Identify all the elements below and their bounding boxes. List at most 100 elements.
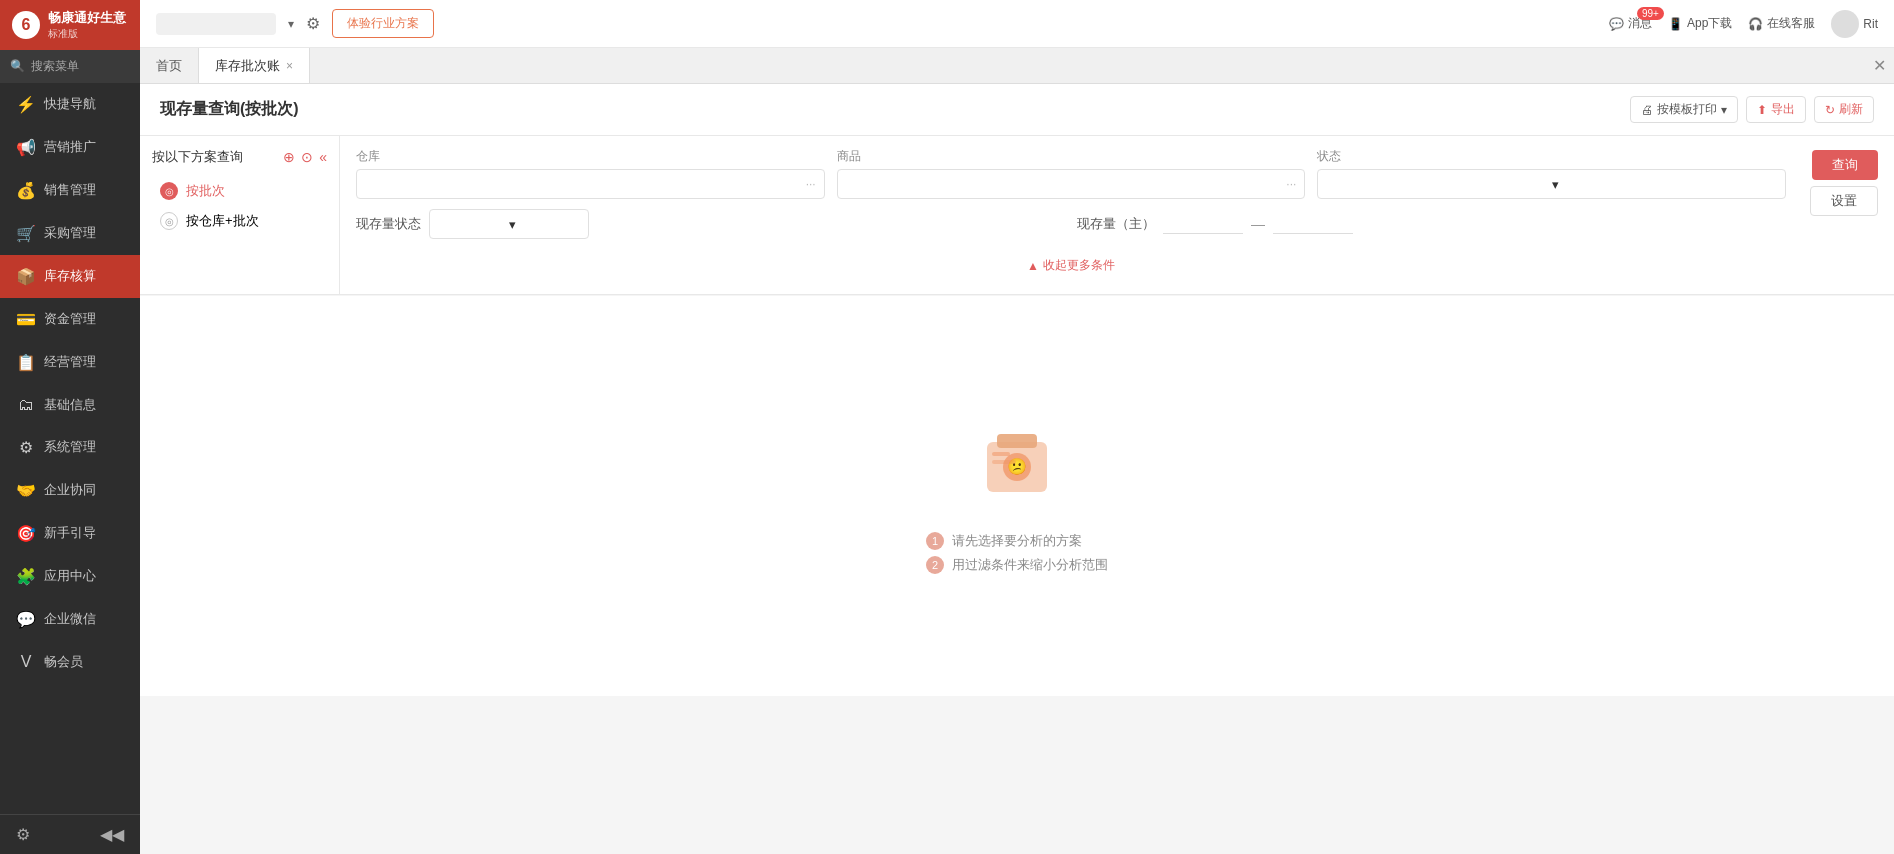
warehouse-input[interactable]	[365, 177, 806, 192]
collapse-label: 收起更多条件	[1043, 257, 1115, 274]
goods-dots-icon[interactable]: ···	[1286, 177, 1296, 191]
query-btn[interactable]: 查询	[1812, 150, 1878, 180]
page-header: 现存量查询(按批次) 🖨 按模板打印 ▾ ⬆ 导出 ↻ 刷新	[140, 84, 1894, 136]
tab-inventory-batch[interactable]: 库存批次账 ×	[199, 48, 310, 83]
sidebar-item-label: 营销推广	[44, 138, 96, 156]
filter-scheme-panel: 按以下方案查询 ⊕ ⊙ « ◎ 按批次 ◎ 按仓库+批次	[140, 136, 340, 294]
warehouse-field: 仓库 ···	[356, 148, 825, 199]
qty-dash: —	[1251, 216, 1265, 232]
inventory-icon: 📦	[16, 267, 36, 286]
marketing-icon: 📢	[16, 138, 36, 157]
sidebar-item-purchase[interactable]: 🛒 采购管理	[0, 212, 140, 255]
sidebar-item-inventory[interactable]: 📦 库存核算	[0, 255, 140, 298]
svg-rect-4	[992, 452, 1010, 456]
sidebar-footer: ⚙ ◀◀	[0, 814, 140, 854]
sidebar-item-system[interactable]: ⚙ 系统管理	[0, 426, 140, 469]
goods-input[interactable]	[846, 177, 1287, 192]
sidebar-item-label: 销售管理	[44, 181, 96, 199]
sidebar-item-label: 快捷导航	[44, 95, 96, 113]
sidebar-item-label: 系统管理	[44, 438, 96, 456]
sidebar-item-finance[interactable]: 💳 资金管理	[0, 298, 140, 341]
filter-area: 按以下方案查询 ⊕ ⊙ « ◎ 按批次 ◎ 按仓库+批次	[140, 136, 1894, 295]
page-title: 现存量查询(按批次)	[160, 99, 299, 120]
page-header-actions: 🖨 按模板打印 ▾ ⬆ 导出 ↻ 刷新	[1630, 96, 1874, 123]
settings-icon[interactable]: ⚙	[16, 825, 30, 844]
status-select[interactable]: ▾	[1317, 169, 1786, 199]
add-scheme-icon[interactable]: ⊕	[283, 149, 295, 165]
sidebar-item-wechat[interactable]: 💬 企业微信	[0, 598, 140, 641]
sidebar-item-enterprise[interactable]: 🤝 企业协同	[0, 469, 140, 512]
sidebar-item-appstore[interactable]: 🧩 应用中心	[0, 555, 140, 598]
sidebar-item-newbie[interactable]: 🎯 新手引导	[0, 512, 140, 555]
printer-icon: 🖨	[1641, 103, 1653, 117]
scheme-batch-icon: ◎	[160, 182, 178, 200]
collapse-scheme-icon[interactable]: «	[319, 149, 327, 165]
svg-rect-5	[992, 460, 1016, 464]
vip-icon: V	[16, 653, 36, 671]
collapse-icon: ▲	[1027, 259, 1039, 273]
empty-tips: 1 请先选择要分析的方案 2 用过滤条件来缩小分析范围	[926, 532, 1108, 580]
experience-btn[interactable]: 体验行业方案	[332, 9, 434, 38]
export-btn[interactable]: ⬆ 导出	[1746, 96, 1806, 123]
collapse-sidebar-icon[interactable]: ◀◀	[100, 825, 124, 844]
purchase-icon: 🛒	[16, 224, 36, 243]
scheme-item-warehouse-batch[interactable]: ◎ 按仓库+批次	[152, 206, 327, 236]
sidebar-item-operations[interactable]: 📋 经营管理	[0, 341, 140, 384]
status-label: 状态	[1317, 148, 1786, 165]
empty-state-icon: 😕	[967, 412, 1067, 512]
goods-input-wrap[interactable]: ···	[837, 169, 1306, 199]
search-menu[interactable]: 🔍 搜索菜单	[0, 50, 140, 83]
newbie-icon: 🎯	[16, 524, 36, 543]
messages-badge: 99+	[1637, 7, 1664, 20]
online-service-label: 在线客服	[1767, 15, 1815, 32]
topbar-search-input[interactable]	[156, 13, 276, 35]
finance-icon: 💳	[16, 310, 36, 329]
tab-home[interactable]: 首页	[140, 48, 199, 83]
inventory-status-label: 现存量状态	[356, 215, 421, 233]
app-edition: 标准版	[48, 27, 126, 40]
collapse-filter-btn[interactable]: ▲ 收起更多条件	[356, 249, 1786, 282]
messages-btn[interactable]: 💬 消息 99+	[1609, 15, 1652, 32]
topbar-dropdown[interactable]: ▾	[288, 17, 294, 31]
goods-label: 商品	[837, 148, 1306, 165]
warehouse-dots-icon[interactable]: ···	[806, 177, 816, 191]
sidebar-item-label: 企业微信	[44, 610, 96, 628]
filter-fields: 仓库 ··· 商品 ···	[340, 136, 1894, 294]
settings-btn[interactable]: 设置	[1810, 186, 1878, 216]
sidebar-header: 6 畅康通好生意 标准版	[0, 0, 140, 50]
sidebar-item-marketing[interactable]: 📢 营销推广	[0, 126, 140, 169]
export-btn-label: 导出	[1771, 101, 1795, 118]
print-btn[interactable]: 🖨 按模板打印 ▾	[1630, 96, 1738, 123]
system-icon: ⚙	[16, 438, 36, 457]
scheme-settings-icon[interactable]: ⊙	[301, 149, 313, 165]
tab-home-label: 首页	[156, 57, 182, 75]
sidebar-item-quick-nav[interactable]: ⚡ 快捷导航	[0, 83, 140, 126]
inventory-status-select[interactable]: ▾	[429, 209, 589, 239]
qty-min-input[interactable]	[1163, 214, 1243, 234]
sidebar-item-label: 采购管理	[44, 224, 96, 242]
sidebar-item-sales[interactable]: 💰 销售管理	[0, 169, 140, 212]
sidebar-item-vip[interactable]: V 畅会员	[0, 641, 140, 683]
sidebar-item-basic[interactable]: 🗂 基础信息	[0, 384, 140, 426]
user-avatar[interactable]: Rit	[1831, 10, 1878, 38]
svg-text:😕: 😕	[1007, 457, 1027, 476]
export-icon: ⬆	[1757, 103, 1767, 117]
filter-row-1: 仓库 ··· 商品 ···	[356, 148, 1786, 199]
sidebar-nav: ⚡ 快捷导航 📢 营销推广 💰 销售管理 🛒 采购管理 📦 库存核算 💳 资金管…	[0, 83, 140, 814]
tab-close-icon[interactable]: ×	[286, 60, 293, 72]
warehouse-input-wrap[interactable]: ···	[356, 169, 825, 199]
topbar-gear-icon[interactable]: ⚙	[306, 14, 320, 33]
refresh-btn-label: 刷新	[1839, 101, 1863, 118]
status-chevron-icon: ▾	[1552, 177, 1777, 192]
search-menu-label: 搜索菜单	[31, 58, 79, 75]
sidebar-item-label: 经营管理	[44, 353, 96, 371]
qty-max-input[interactable]	[1273, 214, 1353, 234]
tip2-text: 用过滤条件来缩小分析范围	[952, 556, 1108, 574]
app-download-btn[interactable]: 📱 App下载	[1668, 15, 1732, 32]
online-service-btn[interactable]: 🎧 在线客服	[1748, 15, 1815, 32]
scheme-item-batch[interactable]: ◎ 按批次	[152, 176, 327, 206]
sidebar-item-label: 新手引导	[44, 524, 96, 542]
company-name: 畅康通好生意	[48, 10, 126, 27]
refresh-btn[interactable]: ↻ 刷新	[1814, 96, 1874, 123]
tabbar-close-btn[interactable]: ✕	[1873, 56, 1886, 75]
